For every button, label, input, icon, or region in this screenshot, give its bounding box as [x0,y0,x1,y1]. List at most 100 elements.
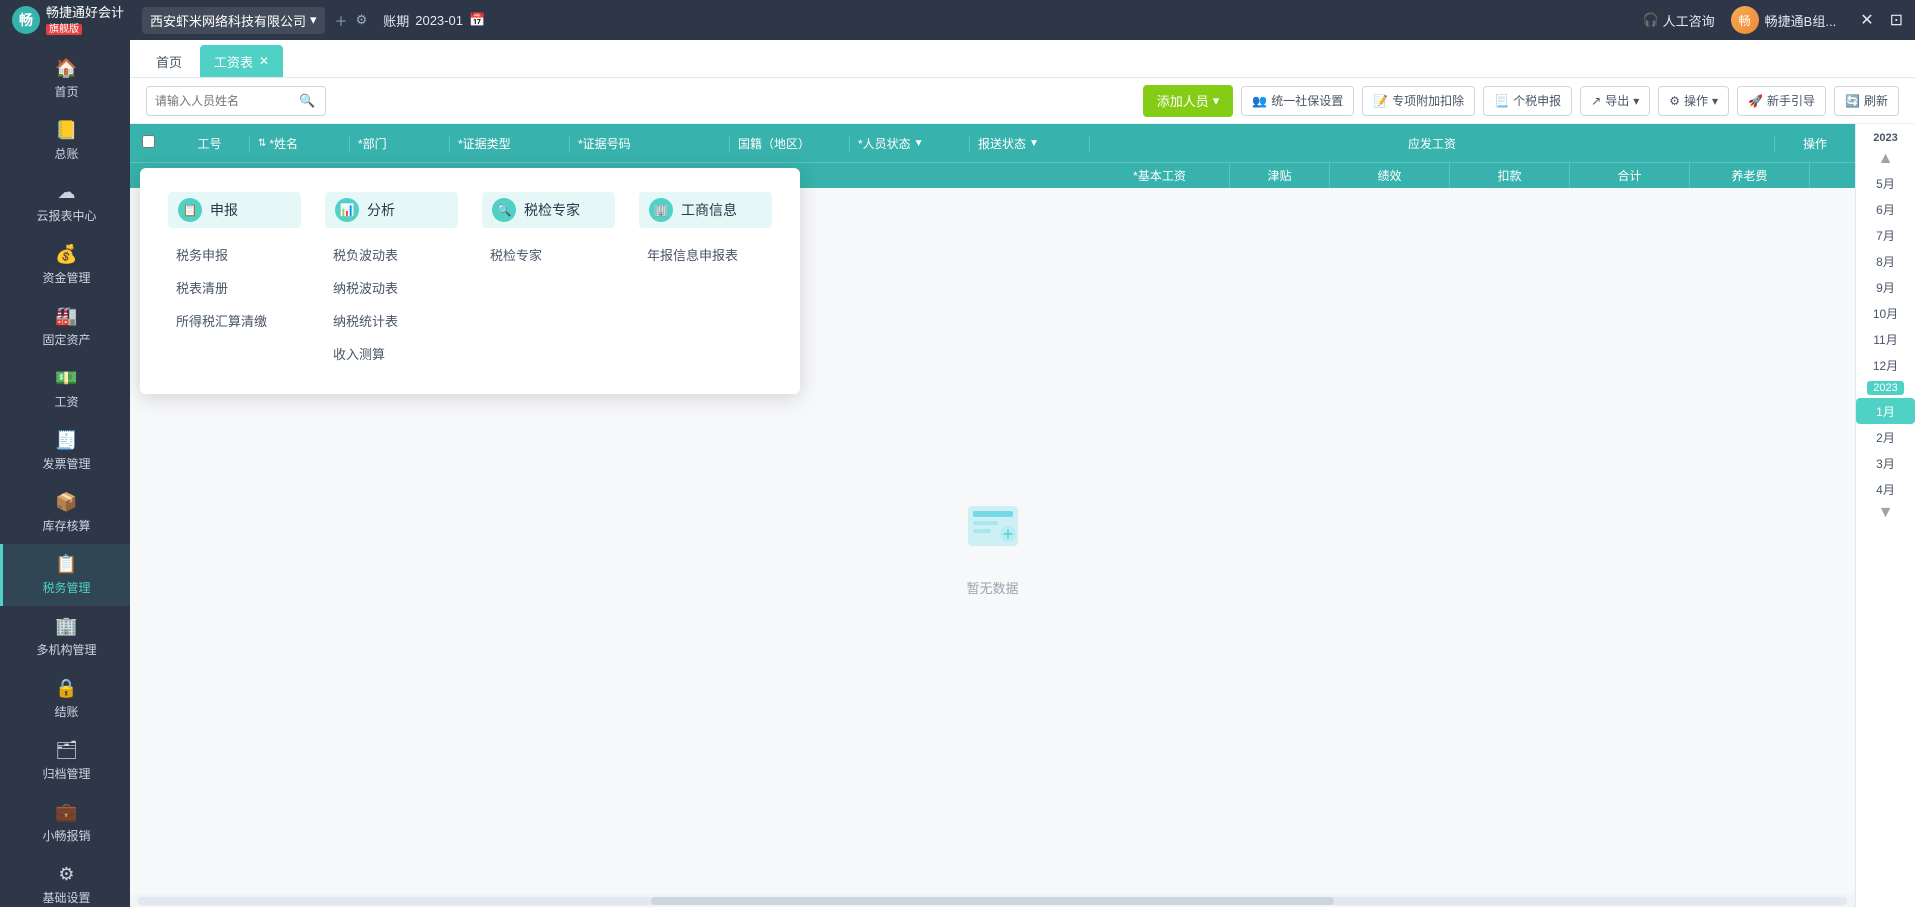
menu-item-tax-filing[interactable]: 税务申报 [168,238,301,271]
menu-item-income-calc[interactable]: 收入测算 [325,337,458,370]
period-value: 2023-01 [415,13,463,28]
sidebar-item-tax-mgmt[interactable]: 📋 税务管理 [0,544,130,606]
cal-month-1-active[interactable]: 1月 [1856,398,1915,424]
toolbar: 🔍 添加人员 ▾ 👥 统一社保设置 📝 专项附加扣除 📃 个税申报 ↗ 导出 [130,78,1915,124]
menu-item-annual-report[interactable]: 年报信息申报表 [639,238,772,271]
export-btn[interactable]: ↗ 导出 ▾ [1580,86,1650,116]
tab-home-label: 首页 [156,52,182,71]
analysis-section-icon: 📊 [335,198,359,222]
sidebar-label-archive: 归档管理 [42,765,90,782]
company-selector[interactable]: 西安虾米网络科技有限公司 ▾ [142,7,325,34]
add-person-button[interactable]: 添加人员 ▾ [1143,85,1234,117]
th-dept: *部门 [350,135,450,152]
refresh-btn[interactable]: 🔄 刷新 [1834,86,1899,116]
cal-month-12[interactable]: 12月 [1856,352,1915,378]
calendar-icon[interactable]: 📅 [469,12,485,28]
cal-month-3[interactable]: 3月 [1856,450,1915,476]
cal-up-btn[interactable]: ▲ [1856,148,1915,170]
sidebar-label-mini: 小畅报销 [42,827,90,844]
invoice-icon: 🧾 [55,430,77,451]
logo-text-wrap: 畅捷通好会计 旗舰版 [46,5,124,36]
sidebar-label-ledger: 总账 [54,145,78,162]
sidebar-item-fixed-assets[interactable]: 🏭 固定资产 [0,296,130,358]
cal-month-2[interactable]: 2月 [1856,424,1915,450]
menu-item-tax-form[interactable]: 税表清册 [168,271,301,304]
sidebar-item-inventory[interactable]: 📦 库存核算 [0,482,130,544]
biz-info-section-icon: 🏢 [649,198,673,222]
special-deduct-btn[interactable]: 📝 专项附加扣除 [1362,86,1475,116]
cal-month-5[interactable]: 5月 [1856,170,1915,196]
sidebar-item-fund[interactable]: 💰 资金管理 [0,234,130,296]
menu-item-tax-wave[interactable]: 纳税波动表 [325,271,458,304]
sidebar-item-ledger[interactable]: 📒 总账 [0,110,130,172]
th-region: 国籍（地区） [730,135,850,152]
multi-org-icon: 🏢 [55,616,77,637]
menu-item-tax-stats[interactable]: 纳税统计表 [325,304,458,337]
th-cert-type: *证据类型 [450,135,570,152]
operations-arrow: ▾ [1712,94,1718,108]
menu-item-tax-check[interactable]: 税检专家 [482,238,615,271]
sidebar-label-cloud: 云报表中心 [36,207,96,224]
cal-month-9[interactable]: 9月 [1856,274,1915,300]
add-company-icon[interactable]: ＋ [335,11,348,30]
filter-icon-rstatus[interactable]: ▼ [1029,138,1039,149]
th-subsidy-label: 津贴 [1267,167,1291,184]
sidebar-item-multi-org[interactable]: 🏢 多机构管理 [0,606,130,668]
sidebar-item-invoice[interactable]: 🧾 发票管理 [0,420,130,482]
sidebar-item-salary[interactable]: 💵 工资 [0,358,130,420]
period-label: 账期 [383,11,409,30]
sidebar-item-cloud-report[interactable]: ☁ 云报表中心 [0,172,130,234]
menu-section-title-tax-expert: 🔍 税检专家 [482,192,615,228]
scroll-track[interactable] [138,897,1847,905]
user-info[interactable]: 畅 畅捷通B组... [1731,6,1837,34]
support-btn[interactable]: 🎧 人工咨询 [1642,11,1714,30]
cal-down-btn[interactable]: ▼ [1856,502,1915,524]
filter-icon-pstatus[interactable]: ▼ [914,138,924,149]
search-input[interactable] [155,94,295,108]
cal-month-4[interactable]: 4月 [1856,476,1915,502]
user-name: 畅捷通B组... [1765,11,1837,30]
sidebar-label-basic: 基础设置 [42,889,90,906]
tab-close-icon[interactable]: ✕ [259,54,269,68]
sidebar-item-basic-settings[interactable]: ⚙ 基础设置 [0,854,130,907]
personal-tax-btn[interactable]: 📃 个税申报 [1483,86,1572,116]
sidebar-item-mini-report[interactable]: 💼 小畅报销 [0,792,130,854]
settings-gear-icon[interactable]: ⚙ [356,12,368,28]
fund-icon: 💰 [55,244,77,265]
th-subsidy: 津贴 [1230,163,1330,188]
th-region-label: 国籍（地区） [738,137,810,151]
maximize-window-btn[interactable]: ⊡ [1890,10,1903,30]
tab-salary[interactable]: 工资表 ✕ [200,45,283,77]
menu-section-tax-expert: 🔍 税检专家 税检专家 [470,184,627,378]
cal-month-10[interactable]: 10月 [1856,300,1915,326]
new-guide-toolbar-btn[interactable]: 🚀 新手引导 [1737,86,1826,116]
personal-tax-label: 个税申报 [1513,92,1561,109]
menu-item-tax-burden[interactable]: 税负波动表 [325,238,458,271]
cal-month-6[interactable]: 6月 [1856,196,1915,222]
cal-month-11[interactable]: 11月 [1856,326,1915,352]
sidebar-item-close[interactable]: 🔒 结账 [0,668,130,730]
scrollbar[interactable] [130,895,1855,907]
close-window-btn[interactable]: ✕ [1860,10,1873,30]
menu-item-income-clear[interactable]: 所得税汇算清缴 [168,304,301,337]
th-salary-group: 应发工资 [1090,135,1775,152]
fixed-assets-icon: 🏭 [55,306,77,327]
th-checkbox-col [130,135,170,151]
top-bar-right: 🎧 人工咨询 畅 畅捷通B组... ✕ ⊡ [1642,6,1903,34]
th-dept-label: *部门 [358,137,387,151]
cal-month-8[interactable]: 8月 [1856,248,1915,274]
company-dropdown-icon: ▾ [310,12,317,28]
th-cert-no: *证据号码 [570,135,730,152]
sidebar-label-home: 首页 [54,83,78,100]
cal-month-7[interactable]: 7月 [1856,222,1915,248]
operations-btn[interactable]: ⚙ 操作 ▾ [1658,86,1729,116]
personal-tax-icon: 📃 [1494,94,1509,108]
social-insurance-label: 统一社保设置 [1271,92,1343,109]
select-all-checkbox[interactable] [142,135,155,148]
sidebar-item-archive[interactable]: 🗂 归档管理 [0,730,130,792]
tab-home[interactable]: 首页 [142,45,196,77]
scroll-thumb[interactable] [651,897,1335,905]
menu-section-analysis: 📊 分析 税负波动表 纳税波动表 纳税统计表 收入测算 [313,184,470,378]
sidebar-item-home[interactable]: 🏠 首页 [0,48,130,110]
social-insurance-btn[interactable]: 👥 统一社保设置 [1241,86,1354,116]
